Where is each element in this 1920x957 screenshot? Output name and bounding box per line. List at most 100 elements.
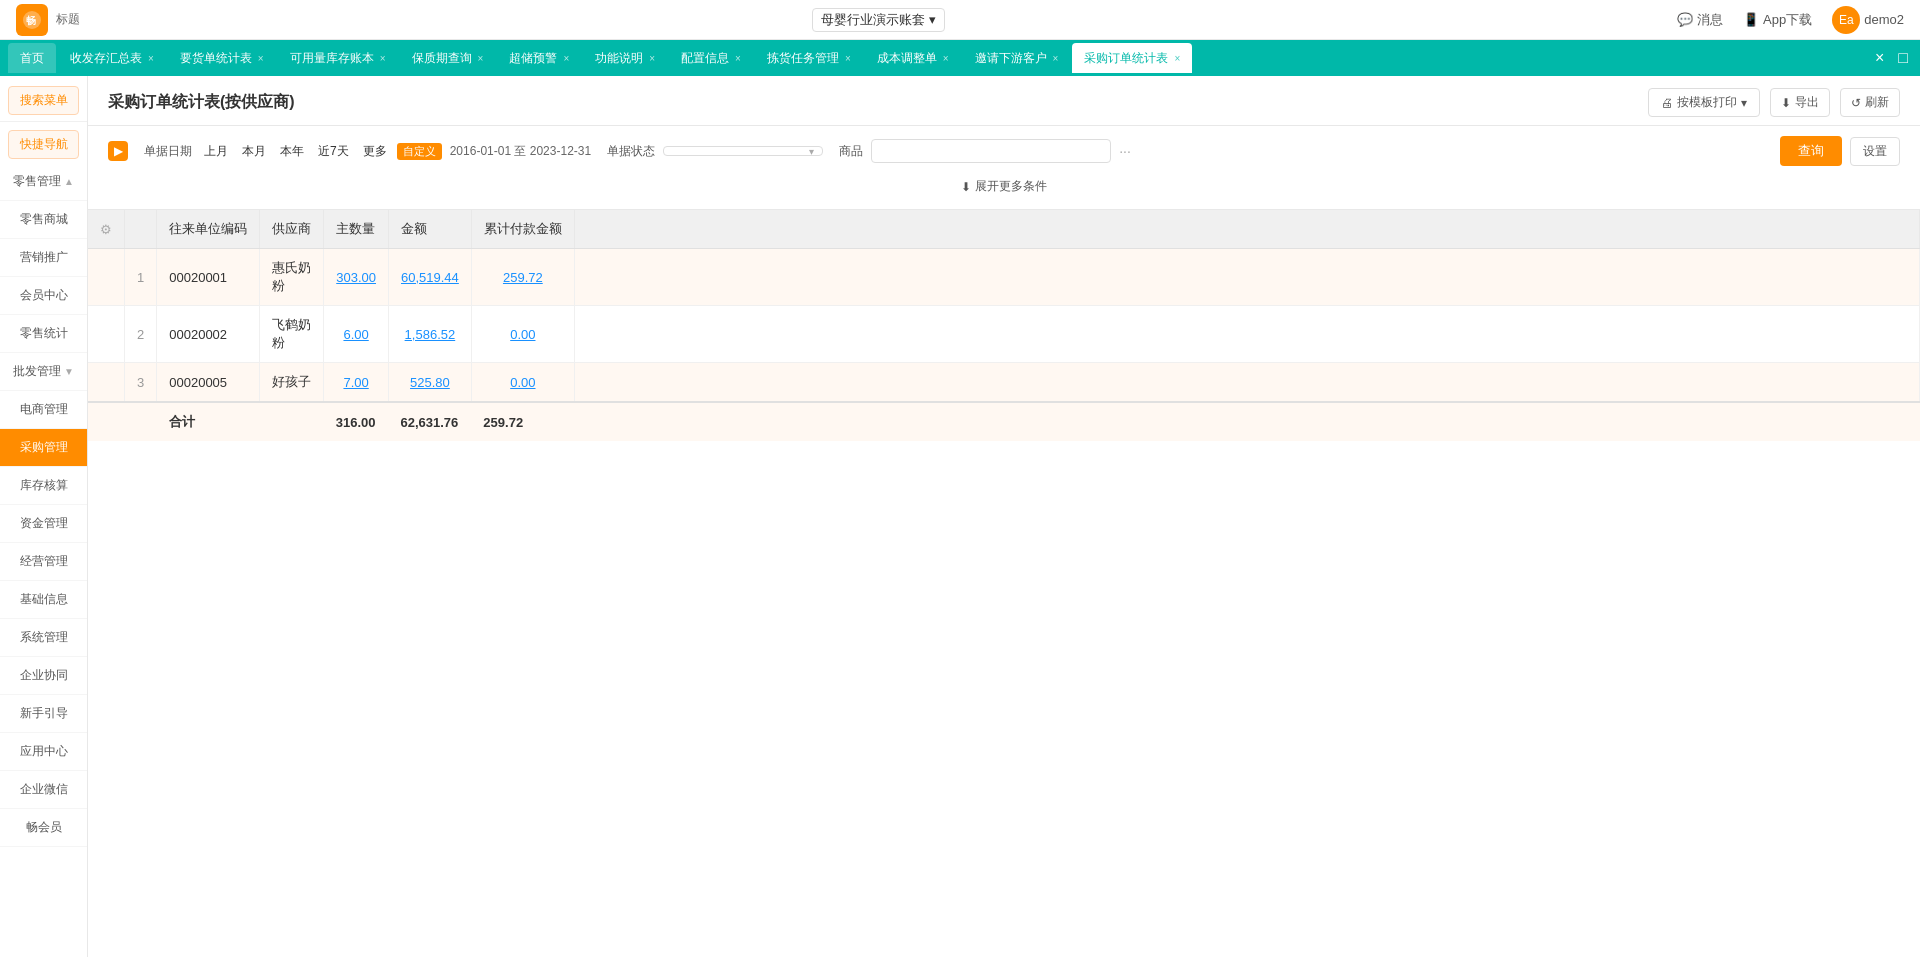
row-amount[interactable]: 525.80 xyxy=(389,363,472,403)
content-area: 采购订单统计表(按供应商) 🖨 按模板打印 ▾ ⬇ 导出 ↺ 刷新 xyxy=(88,76,1920,957)
tab-peizhi-close[interactable]: × xyxy=(735,53,741,64)
col-settings[interactable]: ⚙ xyxy=(88,210,125,249)
message-icon: 💬 xyxy=(1677,12,1693,27)
tab-yaoqingxiayou-close[interactable]: × xyxy=(1053,53,1059,64)
sidebar-item-qiyexietong[interactable]: 企业协同 xyxy=(0,657,87,695)
date-shortcut-last-month[interactable]: 上月 xyxy=(200,141,232,162)
message-button[interactable]: 💬 消息 xyxy=(1677,11,1723,29)
row-paid[interactable]: 259.72 xyxy=(471,249,574,306)
print-label: 按模板打印 xyxy=(1677,94,1737,111)
refresh-button[interactable]: ↺ 刷新 xyxy=(1840,88,1900,117)
date-filter-group: 单据日期 上月 本月 本年 近7天 更多 自定义 2016-01-01 至 20… xyxy=(144,141,591,162)
row-amount[interactable]: 1,586.52 xyxy=(389,306,472,363)
filter-row-1: ▶ 单据日期 上月 本月 本年 近7天 更多 自定义 2016-01-01 至 xyxy=(108,136,1900,166)
tab-gongneng[interactable]: 功能说明 × xyxy=(583,43,667,73)
tab-baoquanqi-close[interactable]: × xyxy=(478,53,484,64)
col-paid: 累计付款金额 xyxy=(471,210,574,249)
print-button[interactable]: 🖨 按模板打印 ▾ xyxy=(1648,88,1760,117)
tab-home-label: 首页 xyxy=(20,50,44,67)
close-all-button[interactable]: × xyxy=(1871,47,1888,69)
date-shortcut-7days[interactable]: 近7天 xyxy=(314,141,353,162)
sidebar-item-huiyuanzhongxin[interactable]: 会员中心 xyxy=(0,277,87,315)
tab-chaochuyujin-close[interactable]: × xyxy=(563,53,569,64)
tab-keyongliang[interactable]: 可用量库存账本 × xyxy=(278,43,398,73)
footer-supplier xyxy=(260,402,324,441)
username-label: demo2 xyxy=(1864,12,1904,27)
maximize-button[interactable]: □ xyxy=(1894,47,1912,69)
sidebar-item-lingshoutongji[interactable]: 零售统计 xyxy=(0,315,87,353)
sidebar-item-jingyingguanli[interactable]: 经营管理 xyxy=(0,543,87,581)
date-shortcut-more[interactable]: 更多 xyxy=(359,141,391,162)
user-profile[interactable]: Ea demo2 xyxy=(1832,6,1904,34)
app-download-button[interactable]: 📱 App下载 xyxy=(1743,11,1812,29)
sidebar-item-lingshoushangcheng[interactable]: 零售商城 xyxy=(0,201,87,239)
sidebar-lingshoutongji-label: 零售统计 xyxy=(20,325,68,342)
search-menu-button[interactable]: 搜索菜单 xyxy=(8,86,79,115)
sidebar-item-yingxiaotuiguang[interactable]: 营销推广 xyxy=(0,239,87,277)
date-custom-badge[interactable]: 自定义 xyxy=(397,143,442,160)
filter-expand-toggle[interactable]: ▶ xyxy=(108,141,128,161)
sidebar-item-changyuanvip[interactable]: 畅会员 xyxy=(0,809,87,847)
sidebar-quick-nav-area: 快捷导航 xyxy=(0,122,87,163)
tab-tuohuorenwu[interactable]: 拣货任务管理 × xyxy=(755,43,863,73)
export-button[interactable]: ⬇ 导出 xyxy=(1770,88,1830,117)
tab-tuohuorenwu-close[interactable]: × xyxy=(845,53,851,64)
tab-yaoqingxiayou[interactable]: 邀请下游客户 × xyxy=(963,43,1071,73)
date-shortcuts: 上月 本月 本年 近7天 更多 自定义 xyxy=(200,141,442,162)
tab-keyongliang-close[interactable]: × xyxy=(380,53,386,64)
goods-input[interactable] xyxy=(871,139,1111,163)
sidebar-item-xitongguanli[interactable]: 系统管理 xyxy=(0,619,87,657)
tab-gongneng-close[interactable]: × xyxy=(649,53,655,64)
logo-text: 标题 xyxy=(56,11,80,28)
row-qty[interactable]: 6.00 xyxy=(324,306,389,363)
goods-more-icon[interactable]: ··· xyxy=(1119,143,1131,159)
tab-chengbentiaoz[interactable]: 成本调整单 × xyxy=(865,43,961,73)
sidebar-item-zijinguanli[interactable]: 资金管理 xyxy=(0,505,87,543)
sidebar-item-caigouguanli[interactable]: 采购管理 xyxy=(0,429,87,467)
sidebar-item-kucunhesuan[interactable]: 库存核算 xyxy=(0,467,87,505)
nav-tab-actions: × □ xyxy=(1871,47,1912,69)
tab-chengbentiaoz-close[interactable]: × xyxy=(943,53,949,64)
row-amount[interactable]: 60,519.44 xyxy=(389,249,472,306)
row-qty[interactable]: 7.00 xyxy=(324,363,389,403)
tab-peizhi[interactable]: 配置信息 × xyxy=(669,43,753,73)
quick-nav-button[interactable]: 快捷导航 xyxy=(8,130,79,159)
tab-gongneng-label: 功能说明 xyxy=(595,50,643,67)
sidebar-item-qiyeweixin[interactable]: 企业微信 xyxy=(0,771,87,809)
row-paid[interactable]: 0.00 xyxy=(471,363,574,403)
expand-more-button[interactable]: ⬇ 展开更多条件 xyxy=(961,178,1047,195)
row-paid[interactable]: 0.00 xyxy=(471,306,574,363)
tab-shoufacunhui[interactable]: 收发存汇总表 × xyxy=(58,43,166,73)
goods-filter-group: 商品 ··· xyxy=(839,139,1131,163)
sidebar-item-xinshouyindao[interactable]: 新手引导 xyxy=(0,695,87,733)
query-button[interactable]: 查询 xyxy=(1780,136,1842,166)
expand-down-icon: ⬇ xyxy=(961,180,971,194)
tab-shoufacunhui-close[interactable]: × xyxy=(148,53,154,64)
sidebar-item-lingshouguan[interactable]: 零售管理 ▲ xyxy=(0,163,87,201)
table-body: 1 00020001 惠氏奶粉 303.00 60,519.44 259.72 … xyxy=(88,249,1920,403)
sidebar-xinshouyindao-label: 新手引导 xyxy=(20,705,68,722)
tab-baoquanqi[interactable]: 保质期查询 × xyxy=(400,43,496,73)
table-footer: 合计 316.00 62,631.76 259.72 xyxy=(88,402,1920,441)
sidebar-qiyexietong-label: 企业协同 xyxy=(20,667,68,684)
filter-settings-button[interactable]: 设置 xyxy=(1850,137,1900,166)
tab-caigoudan-close[interactable]: × xyxy=(1174,53,1180,64)
tab-chaochuyujin[interactable]: 超储预警 × xyxy=(497,43,581,73)
date-shortcut-this-year[interactable]: 本年 xyxy=(276,141,308,162)
row-seq: 3 xyxy=(125,363,157,403)
row-extra xyxy=(574,363,1919,403)
tab-home[interactable]: 首页 xyxy=(8,43,56,73)
tab-yaohuo[interactable]: 要货单统计表 × xyxy=(168,43,276,73)
row-settings xyxy=(88,363,125,403)
date-shortcut-this-month[interactable]: 本月 xyxy=(238,141,270,162)
row-qty[interactable]: 303.00 xyxy=(324,249,389,306)
sidebar-item-jichuxinxi[interactable]: 基础信息 xyxy=(0,581,87,619)
sidebar-item-dianshangguan[interactable]: 电商管理 xyxy=(0,391,87,429)
tab-yaohuo-close[interactable]: × xyxy=(258,53,264,64)
sidebar-item-yingyongzhongxin[interactable]: 应用中心 xyxy=(0,733,87,771)
status-select[interactable] xyxy=(663,146,823,156)
tab-caigoudan[interactable]: 采购订单统计表 × xyxy=(1072,43,1192,73)
workspace-selector[interactable]: 母婴行业演示账套 ▾ xyxy=(812,8,945,32)
sidebar-item-pifaguanli[interactable]: 批发管理 ▼ xyxy=(0,353,87,391)
data-table: ⚙ 往来单位编码 供应商 主数量 金额 累计付款金额 1 00020001 惠氏… xyxy=(88,210,1920,441)
